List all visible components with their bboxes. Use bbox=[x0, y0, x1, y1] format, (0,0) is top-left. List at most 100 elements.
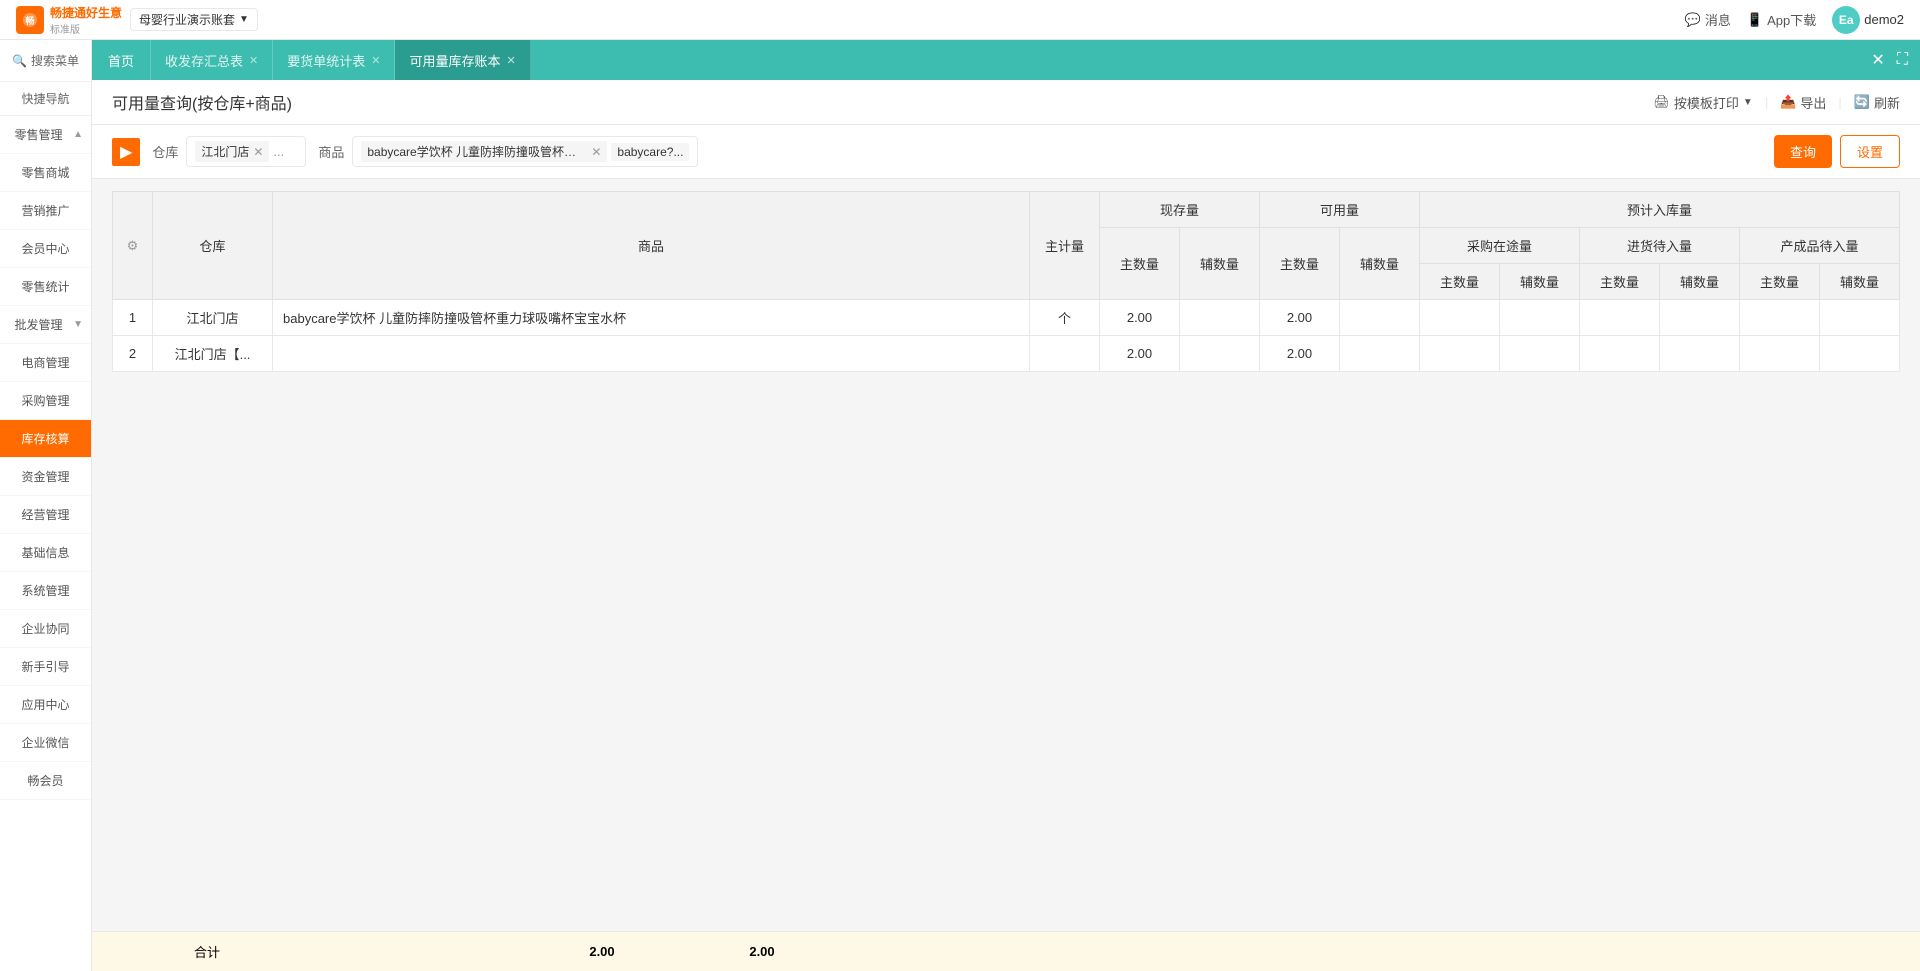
sidebar-item-label: 系统管理 bbox=[4, 582, 87, 599]
tab-order-stats[interactable]: 要货单统计表 ✕ bbox=[273, 40, 395, 80]
th-avail-main: 主数量 bbox=[1260, 228, 1340, 300]
sidebar-item-wholesale[interactable]: 批发管理 ▼ bbox=[0, 306, 91, 344]
tab-close-icon[interactable]: ✕ bbox=[507, 54, 516, 67]
th-incoming: 进货待入量 bbox=[1580, 228, 1740, 264]
chevron-icon: ▲ bbox=[73, 129, 83, 140]
th-stock-aux: 辅数量 bbox=[1180, 228, 1260, 300]
settings-button[interactable]: 设置 bbox=[1840, 135, 1900, 168]
gear-icon[interactable]: ⚙ bbox=[125, 238, 141, 254]
cell-purchase-aux bbox=[1500, 300, 1580, 336]
sidebar-item-label: 畅会员 bbox=[4, 772, 87, 789]
top-bar: 畅 畅捷通好生意 标准版 母婴行业演示账套 ▼ 💬 消息 📱 App下载 Ea … bbox=[0, 0, 1920, 40]
th-warehouse: 仓库 bbox=[153, 192, 273, 300]
logo-subtitle: 标准版 bbox=[50, 21, 122, 36]
th-available: 可用量 bbox=[1260, 192, 1420, 228]
sidebar-item-vip[interactable]: 畅会员 bbox=[0, 762, 91, 800]
sidebar-item-operations[interactable]: 经营管理 bbox=[0, 496, 91, 534]
warehouse-tag-close-icon[interactable]: ✕ bbox=[253, 145, 263, 159]
sidebar-item-label: 营销推广 bbox=[4, 202, 87, 219]
page-title: 可用量查询(按仓库+商品) bbox=[112, 90, 292, 114]
tab-home[interactable]: 首页 bbox=[92, 40, 151, 80]
sidebar-item-app-center[interactable]: 应用中心 bbox=[0, 686, 91, 724]
cell-avail-aux bbox=[1340, 300, 1420, 336]
th-settings: ⚙ bbox=[113, 192, 153, 300]
sidebar-item-label: 电商管理 bbox=[4, 354, 87, 371]
chevron-down-icon: ▼ bbox=[1743, 97, 1753, 108]
data-table: ⚙ 仓库 商品 主计量 现存量 可用量 预计入库量 主数量 辅数量 bbox=[112, 191, 1900, 372]
warehouse-filter-input[interactable]: 江北门店 ✕ ... bbox=[186, 136, 306, 167]
product-filter-input[interactable]: babycare学饮杯 儿童防摔防撞吸管杯重力球吸嘴杯宝宝水杯 ✕ babyca… bbox=[352, 136, 698, 167]
sidebar-item-ecommerce[interactable]: 电商管理 bbox=[0, 344, 91, 382]
tab-close-icon[interactable]: ✕ bbox=[371, 54, 380, 67]
tab-close-icon[interactable]: ✕ bbox=[249, 54, 258, 67]
sidebar: 🔍 搜索菜单 快捷导航 零售管理 ▲ 零售商城 营销推广 会员中心 零售统计 批… bbox=[0, 40, 92, 971]
sidebar-item-label: 新手引导 bbox=[4, 658, 87, 675]
cell-warehouse: 江北门店 bbox=[153, 300, 273, 336]
sidebar-item-marketing[interactable]: 营销推广 bbox=[0, 192, 91, 230]
product-filter-group: 商品 babycare学饮杯 儿童防摔防撞吸管杯重力球吸嘴杯宝宝水杯 ✕ bab… bbox=[318, 136, 698, 167]
sidebar-item-retail-stats[interactable]: 零售统计 bbox=[0, 268, 91, 306]
cell-purchase-main bbox=[1420, 336, 1500, 372]
sidebar-item-label: 零售管理 bbox=[4, 126, 73, 143]
logo-icon: 畅 bbox=[16, 6, 44, 34]
sidebar-item-retail-mgmt[interactable]: 零售管理 ▲ bbox=[0, 116, 91, 154]
search-menu-label: 搜索菜单 bbox=[31, 52, 79, 69]
industry-selector[interactable]: 母婴行业演示账套 ▼ bbox=[130, 8, 258, 31]
th-purchase-main: 主数量 bbox=[1420, 264, 1500, 300]
quick-nav-label: 快捷导航 bbox=[21, 92, 69, 106]
sidebar-item-inventory[interactable]: 库存核算 bbox=[0, 420, 91, 458]
product-tag-2: babycare?... bbox=[611, 143, 689, 161]
footer-stock-main: 2.00 bbox=[562, 944, 642, 959]
th-stock-main: 主数量 bbox=[1100, 228, 1180, 300]
cell-purchase-main bbox=[1420, 300, 1500, 336]
sidebar-item-finance[interactable]: 资金管理 bbox=[0, 458, 91, 496]
tab-expand-button[interactable]: ⛶ bbox=[1893, 47, 1912, 73]
cell-num: 1 bbox=[113, 300, 153, 336]
sidebar-item-system[interactable]: 系统管理 bbox=[0, 572, 91, 610]
cell-stock-main: 2.00 bbox=[1100, 300, 1180, 336]
filter-more-icon[interactable]: ... bbox=[273, 144, 284, 159]
sidebar-item-label: 采购管理 bbox=[4, 392, 87, 409]
username: demo2 bbox=[1864, 12, 1904, 27]
cell-production-main bbox=[1740, 336, 1820, 372]
th-purchase-aux: 辅数量 bbox=[1500, 264, 1580, 300]
app-download-button[interactable]: 📱 App下载 bbox=[1747, 10, 1816, 29]
cell-incoming-main bbox=[1580, 336, 1660, 372]
sidebar-item-member[interactable]: 会员中心 bbox=[0, 230, 91, 268]
export-button[interactable]: 📤 导出 bbox=[1780, 93, 1826, 112]
sidebar-item-retail-mall[interactable]: 零售商城 bbox=[0, 154, 91, 192]
sidebar-item-wechat[interactable]: 企业微信 bbox=[0, 724, 91, 762]
refresh-button[interactable]: 🔄 刷新 bbox=[1854, 93, 1900, 112]
sidebar-item-guide[interactable]: 新手引导 bbox=[0, 648, 91, 686]
filter-actions: 查询 设置 bbox=[1774, 135, 1900, 168]
sidebar-item-label: 经营管理 bbox=[4, 506, 87, 523]
page-header: 可用量查询(按仓库+商品) 🖨 按模板打印 ▼ | 📤 导出 | 🔄 bbox=[92, 80, 1920, 125]
product-filter-label: 商品 bbox=[318, 142, 344, 161]
message-button[interactable]: 💬 消息 bbox=[1685, 10, 1731, 29]
tab-receivable-summary[interactable]: 收发存汇总表 ✕ bbox=[151, 40, 273, 80]
warehouse-tag-value: 江北门店 bbox=[201, 143, 249, 160]
product-tag-1-close-icon[interactable]: ✕ bbox=[591, 145, 601, 159]
tab-available-inventory[interactable]: 可用量库存账本 ✕ bbox=[395, 40, 530, 80]
filter-toggle-button[interactable]: ▶ bbox=[112, 138, 140, 166]
sidebar-item-basic-info[interactable]: 基础信息 bbox=[0, 534, 91, 572]
print-button[interactable]: 🖨 按模板打印 ▼ bbox=[1653, 93, 1752, 112]
quick-nav-button[interactable]: 快捷导航 bbox=[0, 82, 91, 116]
sidebar-item-purchase[interactable]: 采购管理 bbox=[0, 382, 91, 420]
search-menu-button[interactable]: 🔍 搜索菜单 bbox=[8, 48, 83, 73]
sidebar-item-label: 库存核算 bbox=[4, 430, 87, 447]
export-icon: 📤 bbox=[1780, 94, 1796, 110]
print-icon: 🖨 bbox=[1653, 94, 1670, 110]
tab-close-all-button[interactable]: ✕ bbox=[1867, 46, 1888, 74]
user-area[interactable]: Ea demo2 bbox=[1832, 6, 1904, 34]
tab-home-label: 首页 bbox=[108, 51, 134, 70]
divider: | bbox=[1765, 95, 1768, 110]
sidebar-item-enterprise-collab[interactable]: 企业协同 bbox=[0, 610, 91, 648]
query-button[interactable]: 查询 bbox=[1774, 135, 1832, 168]
th-avail-aux: 辅数量 bbox=[1340, 228, 1420, 300]
cell-production-aux bbox=[1820, 300, 1900, 336]
sidebar-item-label: 企业微信 bbox=[4, 734, 87, 751]
app-icon: 📱 bbox=[1747, 12, 1763, 28]
sidebar-item-label: 零售商城 bbox=[4, 164, 87, 181]
sidebar-item-label: 企业协同 bbox=[4, 620, 87, 637]
